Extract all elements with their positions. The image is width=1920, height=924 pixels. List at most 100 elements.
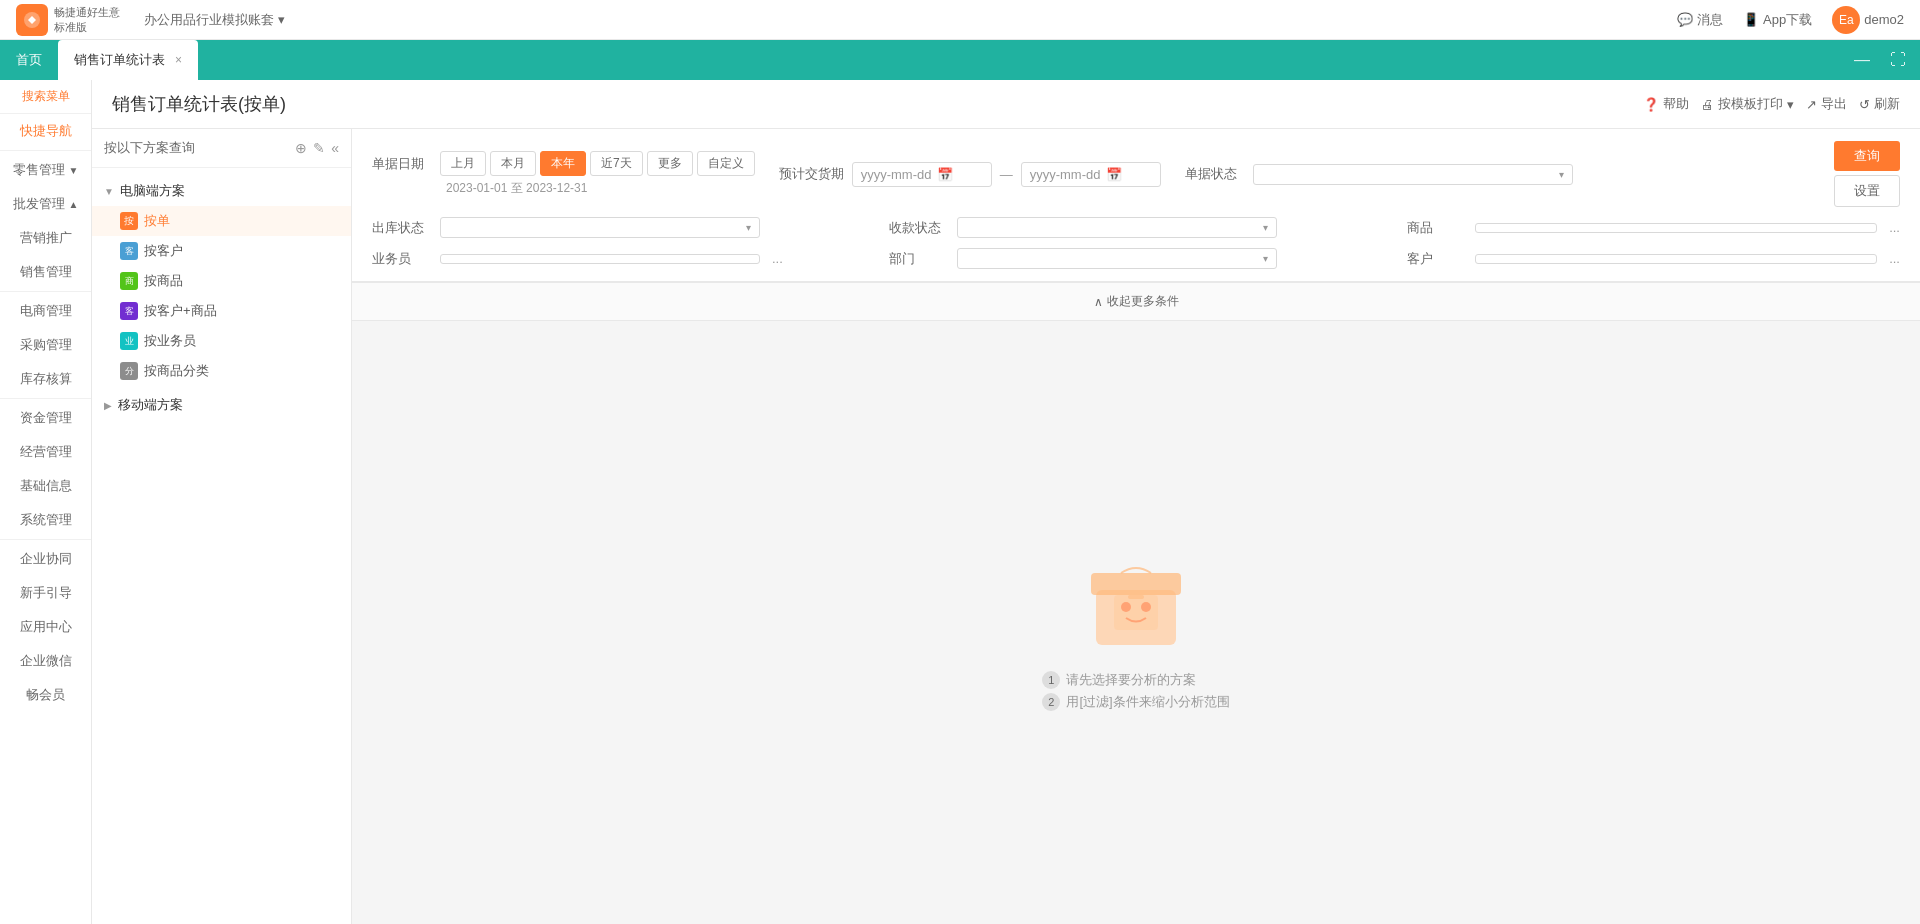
page-header: 销售订单统计表(按单) ❓ 帮助 🖨 按模板打印 ▾ ↗ 导出 ↺: [92, 80, 1920, 129]
sidebar-item-finance[interactable]: 资金管理: [0, 401, 91, 435]
svg-point-5: [1141, 602, 1151, 612]
main-layout: 搜索菜单 快捷导航 零售管理 ▼ 批发管理 ▲ 营销推广 销售管理 电商管理 采…: [0, 80, 1920, 924]
collapse-bar[interactable]: ∧ 收起更多条件: [352, 282, 1920, 321]
sidebar-item-marketing[interactable]: 营销推广: [0, 221, 91, 255]
sidebar-item-wholesale[interactable]: 批发管理 ▲: [0, 187, 91, 221]
tab-close-icon[interactable]: ×: [175, 53, 182, 67]
avatar: Ea: [1832, 6, 1860, 34]
tree-group-mobile: ▶ 移动端方案: [92, 390, 351, 420]
expected-date-start[interactable]: yyyy-mm-dd 📅: [852, 162, 992, 187]
export-button[interactable]: ↗ 导出: [1806, 95, 1847, 113]
tree-item-by-goods[interactable]: 商 按商品: [92, 266, 351, 296]
filter-row-3: 业务员 ... 部门 ▾: [372, 248, 1900, 269]
svg-point-4: [1121, 602, 1131, 612]
sidebar-item-wechat[interactable]: 企业微信: [0, 644, 91, 678]
dropdown-icon: ▾: [1787, 97, 1794, 112]
sidebar-item-enterprise[interactable]: 企业协同: [0, 542, 91, 576]
mobile-group-label: 移动端方案: [118, 396, 183, 414]
help-button[interactable]: ❓ 帮助: [1643, 95, 1689, 113]
empty-step-2: 2 用[过滤]条件来缩小分析范围: [1042, 693, 1229, 711]
goods-select[interactable]: [1475, 223, 1877, 233]
ship-status-label: 出库状态: [372, 219, 432, 237]
phone-icon: 📱: [1743, 12, 1759, 27]
status-select[interactable]: ▾: [1253, 164, 1573, 185]
tab-home[interactable]: 首页: [0, 40, 58, 80]
company-selector[interactable]: 办公用品行业模拟账套 ▾: [144, 11, 285, 29]
salesperson-dots[interactable]: ...: [772, 251, 783, 266]
goods-dots[interactable]: ...: [1889, 220, 1900, 235]
by-customer-icon: 客: [120, 242, 138, 260]
department-select[interactable]: ▾: [957, 248, 1277, 269]
tab-active[interactable]: 销售订单统计表 ×: [58, 40, 198, 80]
refresh-button[interactable]: ↺ 刷新: [1859, 95, 1900, 113]
filter-col-ship: 出库状态 ▾: [372, 217, 877, 238]
app-download-button[interactable]: 📱 App下载: [1743, 11, 1812, 29]
sidebar-item-retail[interactable]: 零售管理 ▼: [0, 153, 91, 187]
by-order-icon: 按: [120, 212, 138, 230]
customer-select[interactable]: [1475, 254, 1877, 264]
tree-item-by-salesperson[interactable]: 业 按业务员: [92, 326, 351, 356]
refresh-icon: ↺: [1859, 97, 1870, 112]
ship-status-select[interactable]: ▾: [440, 217, 760, 238]
date-btn-custom[interactable]: 自定义: [697, 151, 755, 176]
sidebar-item-apps[interactable]: 应用中心: [0, 610, 91, 644]
template-print-button[interactable]: 🖨 按模板打印 ▾: [1701, 95, 1794, 113]
collapse-icon: ∧: [1094, 295, 1103, 309]
edit-scheme-icon[interactable]: ✎: [313, 140, 325, 156]
customer-label: 客户: [1407, 250, 1467, 268]
expected-date-end[interactable]: yyyy-mm-dd 📅: [1021, 162, 1161, 187]
date-btn-this-month[interactable]: 本月: [490, 151, 536, 176]
tree-item-by-category[interactable]: 分 按商品分类: [92, 356, 351, 386]
tree-collapsed-icon: ▶: [104, 400, 112, 411]
tab-bar: 首页 销售订单统计表 × — ⛶: [0, 40, 1920, 80]
user-menu[interactable]: Ea demo2: [1832, 6, 1904, 34]
sidebar-item-newbie[interactable]: 新手引导: [0, 576, 91, 610]
help-icon: ❓: [1643, 97, 1659, 112]
company-dropdown-icon: ▾: [278, 12, 285, 27]
salesperson-label: 业务员: [372, 250, 432, 268]
content-area: 销售订单统计表(按单) ❓ 帮助 🖨 按模板打印 ▾ ↗ 导出 ↺: [92, 80, 1920, 924]
tree-group-pc-header[interactable]: ▼ 电脑端方案: [92, 176, 351, 206]
salesperson-select[interactable]: [440, 254, 760, 264]
tab-minimize-button[interactable]: —: [1848, 46, 1876, 74]
top-bar: 畅捷通好生意 标准版 办公用品行业模拟账套 ▾ 💬 消息 📱 App下载 Ea …: [0, 0, 1920, 40]
ship-dropdown-icon: ▾: [746, 222, 751, 233]
sidebar-item-system[interactable]: 系统管理: [0, 503, 91, 537]
sidebar-search[interactable]: 搜索菜单: [0, 80, 91, 114]
svg-rect-6: [1128, 595, 1144, 599]
sidebar-item-operations[interactable]: 经营管理: [0, 435, 91, 469]
sidebar-item-ecommerce[interactable]: 电商管理: [0, 294, 91, 328]
date-btn-last-month[interactable]: 上月: [440, 151, 486, 176]
filter-col-payment: 收款状态 ▾: [889, 217, 1394, 238]
empty-step-1: 1 请先选择要分析的方案: [1042, 671, 1229, 689]
left-panel: 按以下方案查询 ⊕ ✎ « ▼ 电脑端方案 按: [92, 129, 352, 924]
filter-row-2: 出库状态 ▾ 收款状态 ▾: [372, 217, 1900, 238]
right-panel: 单据日期 上月 本月 本年 近7天 更多 自定义: [352, 129, 1920, 924]
top-bar-right: 💬 消息 📱 App下载 Ea demo2: [1677, 6, 1904, 34]
query-button[interactable]: 查询: [1834, 141, 1900, 171]
tree-item-by-customer[interactable]: 客 按客户: [92, 236, 351, 266]
add-scheme-icon[interactable]: ⊕: [295, 140, 307, 156]
sidebar-item-basic[interactable]: 基础信息: [0, 469, 91, 503]
setting-button[interactable]: 设置: [1834, 175, 1900, 207]
calendar-icon-1: 📅: [937, 167, 953, 182]
sidebar-item-member[interactable]: 畅会员: [0, 678, 91, 712]
customer-dots[interactable]: ...: [1889, 251, 1900, 266]
pc-group-label: 电脑端方案: [120, 182, 185, 200]
sidebar-quick-nav[interactable]: 快捷导航: [0, 114, 91, 148]
payment-status-select[interactable]: ▾: [957, 217, 1277, 238]
tree-item-by-customer-goods[interactable]: 客 按客户+商品: [92, 296, 351, 326]
date-btn-7days[interactable]: 近7天: [590, 151, 643, 176]
collapse-panel-icon[interactable]: «: [331, 140, 339, 156]
sidebar-item-purchase[interactable]: 采购管理: [0, 328, 91, 362]
date-btn-more[interactable]: 更多: [647, 151, 693, 176]
sidebar-item-sales[interactable]: 销售管理: [0, 255, 91, 289]
tree-group-mobile-header[interactable]: ▶ 移动端方案: [92, 390, 351, 420]
date-btn-this-year[interactable]: 本年: [540, 151, 586, 176]
tree-item-by-order[interactable]: 按 按单: [92, 206, 351, 236]
sidebar-item-inventory[interactable]: 库存核算: [0, 362, 91, 396]
message-button[interactable]: 💬 消息: [1677, 11, 1723, 29]
tab-bar-right: — ⛶: [1848, 46, 1920, 74]
tree-group-pc: ▼ 电脑端方案 按 按单 客 按客户 商 按商品: [92, 176, 351, 386]
tab-expand-button[interactable]: ⛶: [1884, 46, 1912, 74]
